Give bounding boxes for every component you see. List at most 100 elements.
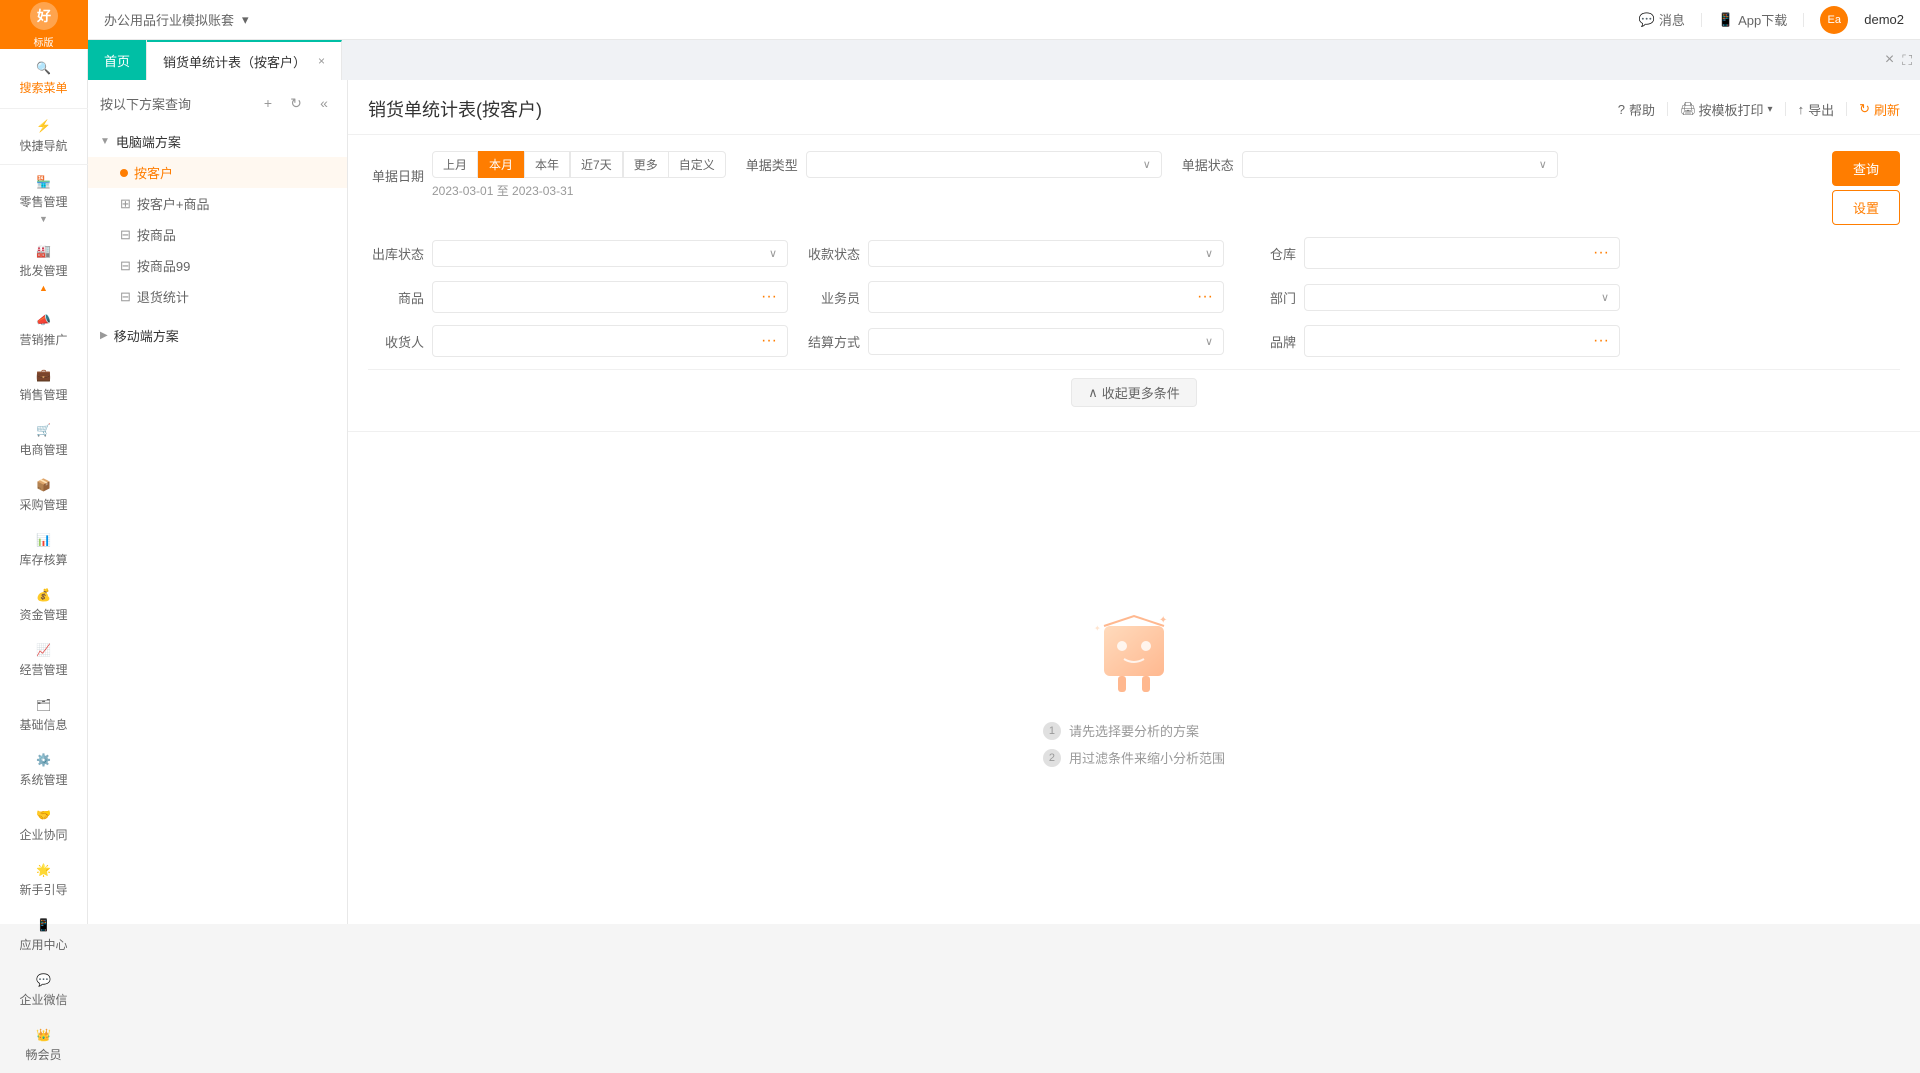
print-template-button[interactable]: 🖨 按模板打印 ▾ — [1680, 100, 1773, 119]
add-scheme-button[interactable]: + — [257, 92, 279, 114]
scheme-icon-1: ⊞ — [120, 196, 131, 212]
settlement-label: 结算方式 — [804, 332, 860, 351]
app-logo[interactable]: 好 标版 — [0, 0, 88, 49]
tab-close-button[interactable]: × — [1885, 51, 1894, 69]
receiver-select[interactable]: ··· — [432, 325, 788, 357]
help-button[interactable]: ? 帮助 — [1618, 100, 1655, 119]
product-dots[interactable]: ··· — [761, 288, 777, 306]
order-type-select[interactable]: ∨ — [806, 151, 1162, 178]
last-month-btn[interactable]: 上月 — [432, 151, 478, 178]
divider5 — [1846, 102, 1847, 116]
search-icon: 🔍 — [36, 61, 51, 75]
workspace-selector[interactable]: 办公用品行业模拟账套 ▾ — [104, 10, 249, 29]
custom-date-btn[interactable]: 自定义 — [669, 151, 726, 178]
tab-maximize-button[interactable]: ⛶ — [1902, 52, 1912, 69]
sidebar-item-finance[interactable]: 💰 资金管理 — [0, 578, 88, 633]
chevron-right-icon: ▶ — [100, 330, 108, 341]
operations-icon: 📈 — [36, 643, 51, 657]
retail-icon: 🏪 — [36, 175, 51, 189]
query-button[interactable]: 查询 — [1832, 151, 1900, 186]
out-status-select[interactable]: ∨ — [432, 240, 788, 267]
sidebar-item-newguide[interactable]: 🌟 新手引导 — [0, 853, 88, 908]
collapse-up-icon: ∧ — [1088, 385, 1098, 401]
sidebar-item-system[interactable]: ⚙️ 系统管理 — [0, 743, 88, 798]
collapse-panel-button[interactable]: « — [313, 92, 335, 114]
sidebar-item-search[interactable]: 🔍 搜索菜单 — [0, 49, 88, 109]
desktop-scheme-parent[interactable]: ▼ 电脑端方案 — [88, 126, 347, 157]
svg-text:好: 好 — [36, 8, 51, 24]
this-month-btn[interactable]: 本月 — [478, 151, 524, 178]
this-year-btn[interactable]: 本年 — [524, 151, 570, 178]
scheme-refund-stats[interactable]: ⊟ 退货统计 — [88, 281, 347, 312]
sidebar-item-enterprise[interactable]: 🤝 企业协同 — [0, 798, 88, 853]
basic-icon: 🗂 — [36, 698, 51, 712]
filter-area: 单据日期 上月 本月 本年 近7天 更多 自定义 2023-03-01 至 20… — [348, 135, 1920, 432]
sidebar-item-wholesale[interactable]: 🏭 批发管理 ▲ — [0, 234, 88, 303]
header-right: 💬 消息 📱 App下载 Ea demo2 — [1639, 6, 1904, 34]
collapse-more-btn[interactable]: ∧ 收起更多条件 — [1071, 378, 1197, 407]
sidebar-item-purchase[interactable]: 📦 采购管理 — [0, 468, 88, 523]
sidebar-item-quicknav[interactable]: ⚡ 快捷导航 — [0, 109, 88, 165]
enterprise-icon: 🤝 — [36, 808, 51, 822]
order-status-select[interactable]: ∨ — [1242, 151, 1558, 178]
department-select[interactable]: ∨ — [1304, 284, 1620, 311]
out-status-label: 出库状态 — [368, 244, 424, 263]
refund-stats-label: 退货统计 — [137, 287, 189, 306]
receipt-status-select[interactable]: ∨ — [868, 240, 1224, 267]
sidebar-item-member[interactable]: 👑 畅会员 — [0, 1018, 88, 1073]
sidebar-item-basic[interactable]: 🗂 基础信息 — [0, 688, 88, 743]
brand-select[interactable]: ··· — [1304, 325, 1620, 357]
app-download-button[interactable]: 📱 App下载 — [1718, 10, 1787, 29]
salesperson-dots[interactable]: ··· — [1197, 288, 1213, 306]
sidebar-item-ecommerce[interactable]: 🛒 电商管理 — [0, 413, 88, 468]
page-actions: ? 帮助 🖨 按模板打印 ▾ ↑ 导出 — [1618, 100, 1900, 119]
brand-dots[interactable]: ··· — [1593, 332, 1609, 350]
tab-home[interactable]: 首页 — [88, 40, 147, 80]
empty-state: ✦ ✦ 1 请先选择要分析的方案 2 用过滤条件来缩小分析范围 — [348, 432, 1920, 924]
scheme-by-product[interactable]: ⊟ 按商品 — [88, 219, 347, 250]
scheme-by-product-99[interactable]: ⊟ 按商品99 — [88, 250, 347, 281]
inventory-icon: 📊 — [36, 533, 51, 547]
divider4 — [1785, 102, 1786, 116]
desktop-section: ▼ 电脑端方案 按客户 ⊞ 按客户+商品 ⊟ — [88, 122, 347, 316]
order-type-arrow: ∨ — [1143, 158, 1151, 171]
sidebar-item-operations[interactable]: 📈 经营管理 — [0, 633, 88, 688]
sales-stats-tab-label: 销货单统计表（按客户） — [163, 52, 306, 71]
sidebar-item-sales[interactable]: 💼 销售管理 — [0, 358, 88, 413]
out-status-arrow: ∨ — [769, 247, 777, 260]
warehouse-dots[interactable]: ··· — [1593, 244, 1609, 262]
warehouse-select[interactable]: ··· — [1304, 237, 1620, 269]
sidebar-item-inventory[interactable]: 📊 库存核算 — [0, 523, 88, 578]
svg-text:✦: ✦ — [1159, 615, 1167, 626]
scheme-by-customer-product[interactable]: ⊞ 按客户+商品 — [88, 188, 347, 219]
brand-label: 品牌 — [1240, 332, 1296, 351]
more-date-btn[interactable]: 更多 — [623, 151, 669, 178]
settlement-select[interactable]: ∨ — [868, 328, 1224, 355]
sidebar-item-retail[interactable]: 🏪 零售管理 ▼ — [0, 165, 88, 234]
mobile-scheme-parent[interactable]: ▶ 移动端方案 — [88, 320, 347, 351]
refresh-button[interactable]: ↻ 刷新 — [1859, 100, 1900, 119]
message-button[interactable]: 💬 消息 — [1639, 10, 1685, 29]
tab-sales-stats[interactable]: 销货单统计表（按客户） × — [147, 40, 342, 80]
left-panel-title: 按以下方案查询 — [100, 94, 191, 113]
receipt-status-arrow: ∨ — [1205, 247, 1213, 260]
tab-close-icon[interactable]: × — [318, 54, 325, 68]
last-7-days-btn[interactable]: 近7天 — [570, 151, 623, 178]
user-name[interactable]: demo2 — [1864, 12, 1904, 27]
newguide-icon: 🌟 — [36, 863, 51, 877]
empty-tips: 1 请先选择要分析的方案 2 用过滤条件来缩小分析范围 — [1043, 721, 1225, 775]
export-button[interactable]: ↑ 导出 — [1798, 100, 1835, 119]
sidebar-item-appcenter[interactable]: 📱 应用中心 — [0, 908, 88, 963]
sidebar-item-wechat[interactable]: 💬 企业微信 — [0, 963, 88, 1018]
receiver-dots[interactable]: ··· — [761, 332, 777, 350]
salesperson-select[interactable]: ··· — [868, 281, 1224, 313]
settings-button[interactable]: 设置 — [1832, 190, 1900, 225]
product-select[interactable]: ··· — [432, 281, 788, 313]
scheme-by-customer[interactable]: 按客户 — [88, 157, 347, 188]
date-range-display: 2023-03-01 至 2023-03-31 — [432, 182, 726, 199]
export-icon: ↑ — [1798, 102, 1805, 117]
sidebar-item-marketing[interactable]: 📣 营销推广 — [0, 303, 88, 358]
refresh-scheme-button[interactable]: ↻ — [285, 92, 307, 114]
avatar[interactable]: Ea — [1820, 6, 1848, 34]
left-panel: 按以下方案查询 + ↻ « ▼ 电脑端方案 按客户 — [88, 80, 348, 924]
